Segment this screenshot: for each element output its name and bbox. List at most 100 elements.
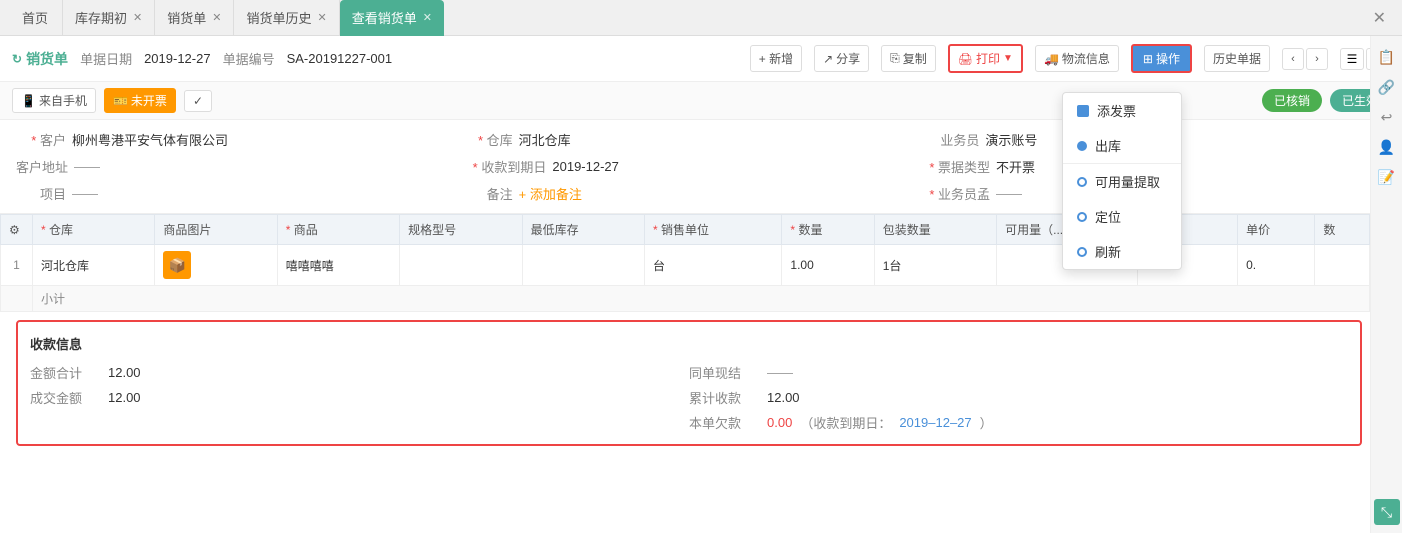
share-button[interactable]: ↗ 分享 [814, 45, 869, 72]
dropdown-item-available-qty[interactable]: 可用量提取 [1063, 164, 1181, 199]
biz-staff-label: * 业务员孟 [929, 184, 990, 203]
tab-sales[interactable]: 销货单 ✕ [155, 0, 234, 36]
payment-cumulative-field: 累计收款 12.00 [689, 388, 1348, 407]
total-value: 12.00 [108, 365, 141, 380]
ticket-icon: 🎫 [113, 94, 128, 108]
transaction-value: 12.00 [108, 390, 141, 405]
operate-grid-icon: ⊞ [1143, 52, 1153, 66]
tab-view-sales-close[interactable]: ✕ [423, 11, 432, 24]
view-list-button[interactable]: ☰ [1340, 48, 1364, 70]
tab-home[interactable]: 首页 [8, 0, 63, 36]
logistics-button[interactable]: 🚚 物流信息 [1035, 45, 1119, 72]
close-all-button[interactable]: ✕ [1365, 8, 1394, 28]
new-button[interactable]: + 新增 [750, 45, 802, 72]
remark-label: 备注 [473, 184, 513, 203]
payment-date-value: 2019-12-27 [552, 159, 619, 174]
checked-status-badge: 已核销 [1262, 89, 1322, 112]
tab-view-sales[interactable]: 查看销货单 ✕ [340, 0, 444, 36]
address-value: —— [74, 159, 100, 174]
tab-sales-history[interactable]: 销货单历史 ✕ [234, 0, 339, 36]
dropdown-item-locate[interactable]: 定位 [1063, 199, 1181, 234]
tab-sales-close[interactable]: ✕ [212, 11, 221, 24]
add-invoice-icon [1077, 105, 1089, 117]
not-opened-button[interactable]: 🎫 未开票 [104, 88, 176, 113]
dropdown-item-refresh[interactable]: 刷新 [1063, 234, 1181, 269]
nav-next-button[interactable]: › [1306, 48, 1328, 70]
logistics-icon: 🚚 [1044, 52, 1059, 66]
payment-transaction-field: 成交金额 12.00 [30, 388, 689, 407]
row-unit-price: 0. [1238, 245, 1315, 286]
doc-type-label: ↻ 销货单 [12, 49, 68, 69]
tab-sales-history-close[interactable]: ✕ [318, 11, 327, 24]
project-field: 项目 —— [16, 184, 473, 203]
payment-title: 收款信息 [30, 334, 1348, 353]
payment-same-settlement-field: 同单现结 —— [689, 363, 1348, 382]
project-label: 项目 [16, 184, 66, 203]
operate-button[interactable]: ⊞ 操作 [1131, 44, 1192, 73]
dropdown-menu: 添发票 出库 可用量提取 定位 刷新 [1062, 92, 1182, 270]
transaction-label: 成交金额 [30, 388, 100, 407]
print-button[interactable]: 🖨 打印 ▼ [948, 44, 1023, 73]
balance-note: （收款到期日： [800, 413, 891, 432]
sidebar-icon-document[interactable]: 📋 [1374, 44, 1400, 70]
row-product-img: 📦 [155, 245, 277, 286]
col-min-stock: 最低库存 [522, 215, 644, 245]
row-product: 嘻嘻嘻嘻 [277, 245, 399, 286]
row-pack-qty: 1台 [874, 245, 996, 286]
sidebar-icon-back[interactable]: ↩ [1374, 104, 1400, 130]
cumulative-value: 12.00 [767, 390, 800, 405]
col-pack-qty: 包装数量 [874, 215, 996, 245]
locate-icon [1077, 212, 1087, 222]
doc-number-value: SA-20191227-001 [287, 51, 393, 66]
payment-total-field: 金额合计 12.00 [30, 363, 689, 382]
product-img-icon: 📦 [169, 257, 186, 274]
balance-value: 0.00 [767, 415, 792, 430]
col-amount: 数 [1315, 215, 1370, 245]
add-remark-button[interactable]: + 添加备注 [519, 184, 582, 203]
staff-label: 业务员 [929, 130, 979, 149]
outbound-icon [1077, 141, 1087, 151]
sidebar-icon-user[interactable]: 👤 [1374, 134, 1400, 160]
share-icon: ↗ [823, 52, 833, 66]
ticket-type-label: * 票据类型 [929, 157, 990, 176]
doc-date-label: 单据日期 [80, 49, 132, 68]
col-product-img: 商品图片 [155, 215, 277, 245]
history-button[interactable]: 历史单据 [1204, 45, 1270, 72]
verify-button[interactable]: ✓ [184, 90, 212, 112]
address-label: 客户地址 [16, 157, 68, 176]
print-dropdown-arrow[interactable]: ▼ [1003, 53, 1013, 64]
customer-field: * 客户 柳州粤港平安气体有限公司 [16, 130, 473, 149]
col-unit-price: 单价 [1238, 215, 1315, 245]
copy-icon: ⎘ [890, 51, 900, 66]
sidebar-icon-link[interactable]: 🔗 [1374, 74, 1400, 100]
payment-balance-field: 本单欠款 0.00 （收款到期日： 2019–12–27 ） [689, 413, 1348, 432]
sidebar-icon-expand[interactable]: ⤡ [1374, 499, 1400, 525]
subtotal-row: 小计 [1, 286, 1370, 312]
sidebar-icon-note[interactable]: 📝 [1374, 164, 1400, 190]
balance-close: ） [980, 413, 993, 432]
staff-value: 演示账号 [985, 130, 1037, 149]
row-amount [1315, 245, 1370, 286]
tab-inventory-close[interactable]: ✕ [133, 11, 142, 24]
copy-button[interactable]: ⎘ 复制 [881, 45, 936, 72]
dropdown-item-add-invoice[interactable]: 添发票 [1063, 93, 1181, 128]
dropdown-item-outbound[interactable]: 出库 [1063, 128, 1181, 163]
warehouse-label: * 仓库 [473, 130, 513, 149]
print-icon: 🖨 [958, 52, 973, 66]
from-phone-button[interactable]: 📱 来自手机 [12, 88, 96, 113]
col-product: * 商品 [277, 215, 399, 245]
biz-staff-value: —— [996, 186, 1022, 201]
address-field: 客户地址 —— [16, 157, 473, 176]
total-label: 金额合计 [30, 363, 100, 382]
balance-date: 2019–12–27 [899, 415, 971, 430]
col-spec: 规格型号 [400, 215, 522, 245]
doc-date-value: 2019-12-27 [144, 51, 211, 66]
verify-icon: ✓ [193, 94, 203, 108]
nav-prev-button[interactable]: ‹ [1282, 48, 1304, 70]
col-settings[interactable]: ⚙ [1, 215, 33, 245]
col-quantity: * 数量 [782, 215, 874, 245]
nav-arrows: ‹ › [1282, 48, 1328, 70]
tab-inventory[interactable]: 库存期初 ✕ [63, 0, 155, 36]
available-qty-icon [1077, 177, 1087, 187]
col-sales-unit: * 销售单位 [644, 215, 781, 245]
